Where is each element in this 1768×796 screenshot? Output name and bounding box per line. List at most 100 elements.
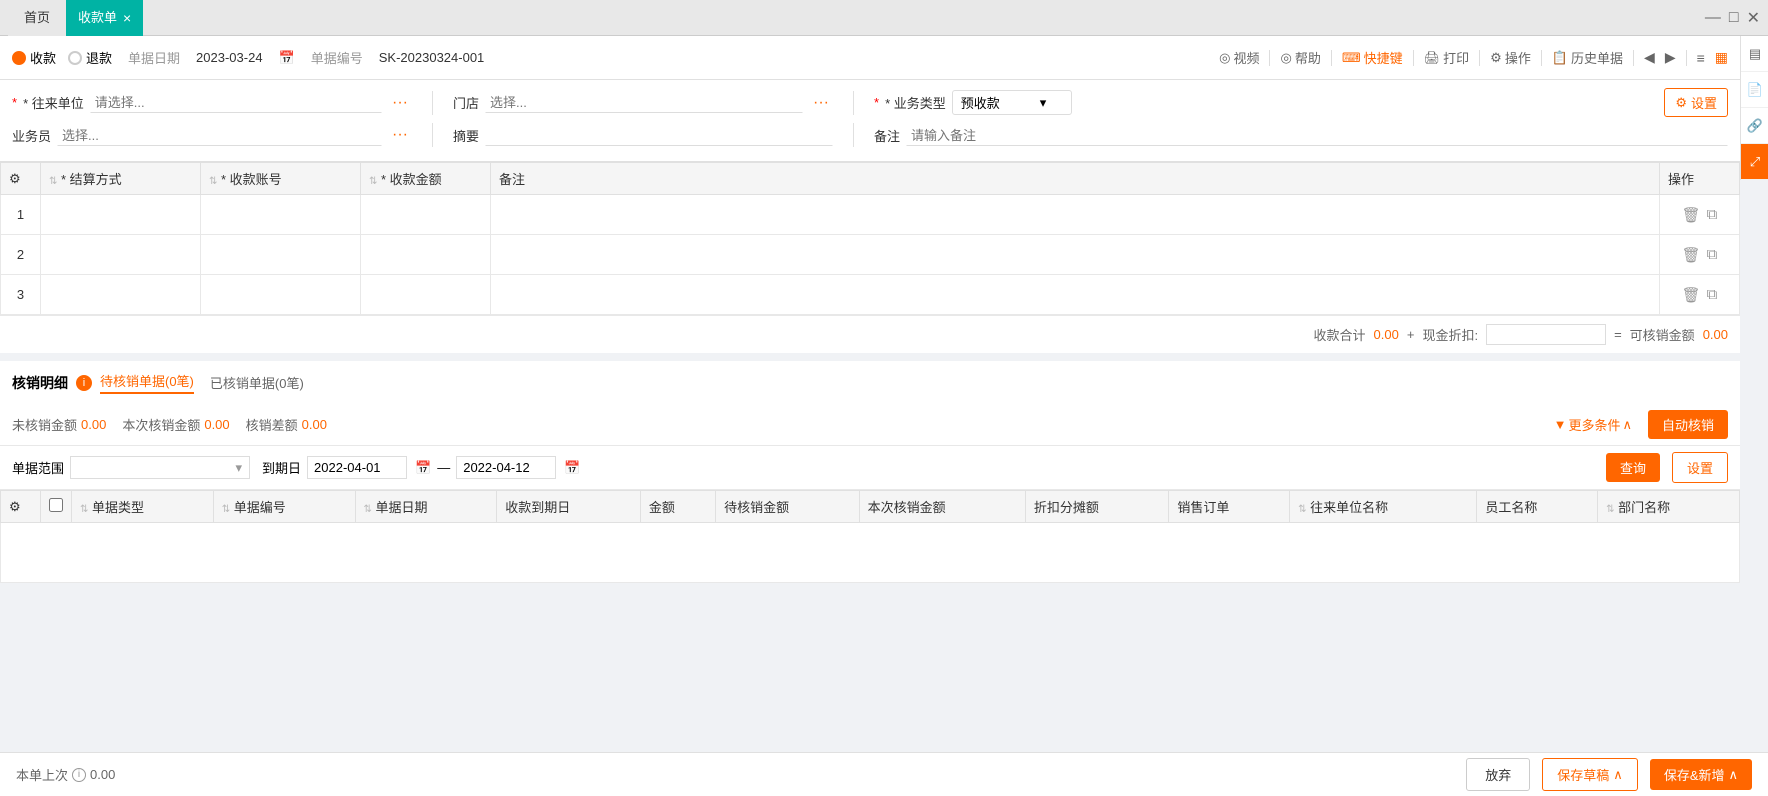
partner-more-btn[interactable]: ··· — [388, 94, 412, 112]
row2-method-input[interactable] — [49, 247, 192, 262]
row3-account-input[interactable] — [209, 287, 352, 302]
row2-note-input[interactable] — [499, 247, 1651, 262]
row3-amount-input[interactable] — [369, 287, 482, 302]
row2-copy-btn[interactable]: ⧉ — [1707, 246, 1718, 264]
doc-type-col-header: ⇅ 单据类型 — [72, 491, 214, 523]
print-label: 打印 — [1443, 48, 1469, 67]
maximize-btn[interactable]: □ — [1729, 9, 1739, 27]
verify-info-icon[interactable]: i — [76, 375, 92, 391]
toolbar: 收款 退款 单据日期 2023-03-24 📅 单据编号 SK-20230324… — [0, 36, 1740, 80]
summary-input[interactable] — [485, 125, 833, 146]
tab-close-icon[interactable]: × — [123, 0, 131, 36]
row1-account-input[interactable] — [209, 207, 352, 222]
date-from-cal-icon[interactable]: 📅 — [415, 460, 431, 476]
more-conditions-btn[interactable]: ▼ 更多条件 ∧ — [1554, 415, 1632, 434]
row3-account[interactable] — [201, 275, 361, 315]
row2-method[interactable] — [41, 235, 201, 275]
doc-num-sort-icon: ⇅ — [222, 504, 230, 515]
help-btn[interactable]: ◎ 帮助 — [1280, 48, 1320, 67]
discount-input[interactable] — [1486, 324, 1606, 345]
row3-method[interactable] — [41, 275, 201, 315]
row1-method-input[interactable] — [49, 207, 192, 222]
row1-num: 1 — [1, 195, 41, 235]
row1-note[interactable] — [491, 195, 1660, 235]
business-type-field: * * 业务类型 预收款 ▾ — [874, 90, 1214, 115]
footer-info-icon[interactable]: i — [72, 768, 86, 782]
history-btn[interactable]: 📋 历史单据 — [1552, 48, 1623, 67]
staff-more-btn[interactable]: ··· — [388, 126, 412, 144]
query-btn[interactable]: 查询 — [1606, 453, 1660, 482]
sales-order-col-header: 销售订单 — [1169, 491, 1290, 523]
row2-account[interactable] — [201, 235, 361, 275]
main-scroll[interactable]: 收款 退款 单据日期 2023-03-24 📅 单据编号 SK-20230324… — [0, 36, 1768, 752]
bottom-table-header: ⚙ ⇅ 单据类型 ⇅ 单据编号 ⇅ 单据日期 — [1, 491, 1740, 523]
row2-amount-input[interactable] — [369, 247, 482, 262]
refund-radio[interactable]: 退款 — [68, 48, 112, 67]
help-label: 帮助 — [1295, 48, 1321, 67]
shortcut-btn[interactable]: ⌨ 快捷键 — [1342, 48, 1403, 67]
row1-copy-btn[interactable]: ⧉ — [1707, 206, 1718, 224]
row1-amount[interactable] — [361, 195, 491, 235]
row1-method[interactable] — [41, 195, 201, 235]
row2-amount[interactable] — [361, 235, 491, 275]
settings-btn[interactable]: ⚙ 设置 — [1664, 88, 1728, 117]
done-tab[interactable]: 已核销单据(0笔) — [210, 373, 304, 392]
video-btn[interactable]: ◎ 视频 — [1219, 48, 1259, 67]
save-new-btn[interactable]: 保存&新增 ∧ — [1650, 759, 1752, 790]
row2-note[interactable] — [491, 235, 1660, 275]
row3-copy-btn[interactable]: ⧉ — [1707, 286, 1718, 304]
row2-account-input[interactable] — [209, 247, 352, 262]
number-label: 单据编号 — [311, 48, 363, 67]
save-draft-btn[interactable]: 保存草稿 ∧ — [1542, 758, 1638, 791]
note-col-header: 备注 — [491, 163, 1660, 195]
sidebar-table-icon[interactable]: ▤ — [1741, 36, 1768, 72]
prev-btn[interactable]: ◀ — [1644, 49, 1655, 66]
row1-note-input[interactable] — [499, 207, 1651, 222]
date-from-input[interactable] — [307, 456, 407, 479]
close-btn[interactable]: ✕ — [1747, 8, 1760, 28]
date-to-input[interactable] — [456, 456, 556, 479]
row1-delete-btn[interactable]: 🗑 — [1682, 206, 1701, 224]
tab-home[interactable]: 首页 — [8, 0, 66, 36]
pending-tab[interactable]: 待核销单据(0笔) — [100, 371, 194, 394]
print-icon: 🖨 — [1424, 50, 1441, 66]
row3-note-input[interactable] — [499, 287, 1651, 302]
operation-btn[interactable]: ⚙ 操作 — [1490, 48, 1531, 67]
sidebar-doc-icon[interactable]: 📄 — [1741, 72, 1768, 108]
print-btn[interactable]: 🖨 打印 — [1424, 48, 1470, 67]
grid-view-btn[interactable]: ▦ — [1715, 49, 1728, 66]
row1-amount-input[interactable] — [369, 207, 482, 222]
row3-note[interactable] — [491, 275, 1660, 315]
select-all-checkbox[interactable] — [49, 498, 63, 512]
row2-delete-btn[interactable]: 🗑 — [1682, 246, 1701, 264]
row3-delete-btn[interactable]: 🗑 — [1682, 286, 1701, 304]
store-input[interactable] — [485, 92, 803, 113]
row3-method-input[interactable] — [49, 287, 192, 302]
gear-bottom-icon[interactable]: ⚙ — [9, 499, 21, 514]
date-to-cal-icon[interactable]: 📅 — [564, 460, 580, 476]
row3-amount[interactable] — [361, 275, 491, 315]
diff-value: 0.00 — [302, 417, 327, 432]
store-more-btn[interactable]: ··· — [809, 94, 833, 112]
filter-setup-btn[interactable]: 设置 — [1672, 452, 1728, 483]
sidebar-expand-icon[interactable]: ⤢ — [1741, 144, 1768, 180]
staff-input[interactable] — [57, 125, 382, 146]
next-btn[interactable]: ▶ — [1665, 49, 1676, 66]
minimize-btn[interactable]: — — [1705, 9, 1721, 27]
range-select[interactable] — [70, 456, 250, 479]
partner-input[interactable] — [90, 92, 382, 113]
due-date-field: 到期日 📅 — 📅 — [262, 456, 580, 479]
list-view-btn[interactable]: ≡ — [1697, 50, 1705, 66]
gear-col-header[interactable]: ⚙ — [1, 163, 41, 195]
auto-clear-btn[interactable]: 自动核销 — [1648, 410, 1728, 439]
sidebar-link-icon[interactable]: 🔗 — [1741, 108, 1768, 144]
partner-sort-icon: ⇅ — [1298, 504, 1306, 515]
date-calendar-icon[interactable]: 📅 — [279, 50, 295, 66]
receipt-radio[interactable]: 收款 — [12, 48, 56, 67]
discard-btn[interactable]: 放弃 — [1466, 758, 1530, 791]
row1-account[interactable] — [201, 195, 361, 235]
employee-col-header: 员工名称 — [1477, 491, 1598, 523]
tab-receipt[interactable]: 收款单 × — [66, 0, 143, 36]
remarks-input[interactable] — [906, 125, 1728, 146]
btype-select[interactable]: 预收款 ▾ — [952, 90, 1072, 115]
